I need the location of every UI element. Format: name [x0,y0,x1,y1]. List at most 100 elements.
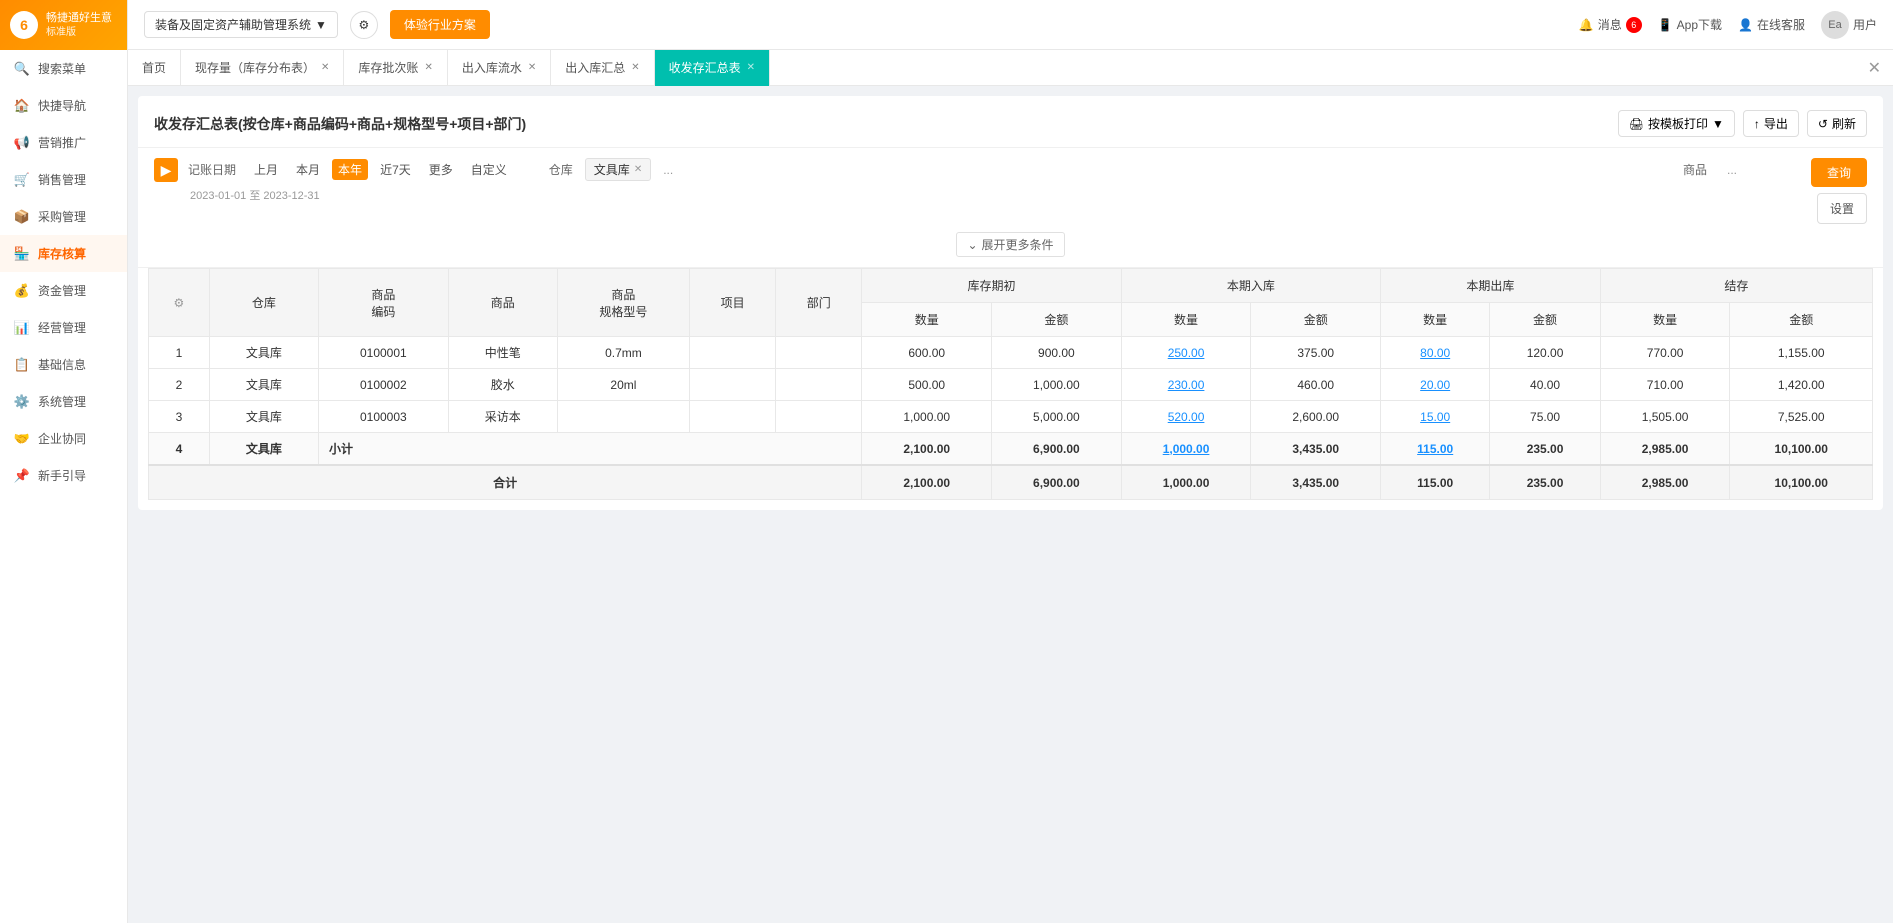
tab-close-inout-flow[interactable]: ✕ [528,62,536,73]
row2-out-qty[interactable]: 20.00 [1381,369,1490,401]
row2-name: 胶水 [448,369,557,401]
total-in-qty: 1,000.00 [1121,465,1251,500]
date-btn-last-month[interactable]: 上月 [248,159,284,180]
row3-warehouse: 文具库 [209,401,318,433]
print-button[interactable]: 🖨 按模板打印 ▼ [1618,110,1735,137]
row3-out-qty[interactable]: 15.00 [1381,401,1490,433]
cart-icon: 🛒 [14,172,30,188]
message-button[interactable]: 🔔 消息 6 [1579,16,1642,33]
total-balance-amt: 10,100.00 [1730,465,1873,500]
row2-balance-amt: 1,420.00 [1730,369,1873,401]
sidebar-item-guide[interactable]: 📌 新手引导 [0,457,127,494]
sidebar-item-quicknav[interactable]: 🏠 快捷导航 [0,87,127,124]
tab-inout-flow[interactable]: 出入库流水 ✕ [448,50,551,86]
user-menu-button[interactable]: Ea 用户 [1821,11,1877,39]
row3-balance-amt: 7,525.00 [1730,401,1873,433]
clipboard-icon: 📋 [14,357,30,373]
online-service-button[interactable]: 👤 在线客服 [1738,16,1805,33]
tab-inout-summary[interactable]: 出入库汇总 ✕ [551,50,654,86]
date-btn-7days[interactable]: 近7天 [374,159,417,180]
sidebar-logo: 6 [10,11,38,39]
message-badge: 6 [1626,17,1642,33]
date-btn-this-month[interactable]: 本月 [290,159,326,180]
search-icon: 🔍 [14,61,30,77]
sidebar-item-search[interactable]: 🔍 搜索菜单 [0,50,127,87]
subtotal-balance-qty: 2,985.00 [1600,433,1730,466]
out-amt-header: 金额 [1490,303,1600,337]
refresh-icon: ↺ [1818,117,1828,131]
export-button[interactable]: ↑ 导出 [1743,110,1799,137]
row1-balance-amt: 1,155.00 [1730,337,1873,369]
row2-warehouse: 文具库 [209,369,318,401]
warehouse-tag-close[interactable]: ✕ [634,164,642,175]
subtotal-in-qty[interactable]: 1,000.00 [1121,433,1251,466]
filter-settings-button[interactable]: 设置 [1817,193,1867,224]
sidebar-item-sales[interactable]: 🛒 销售管理 [0,161,127,198]
filter-collapse-button[interactable]: ▶ [154,158,178,182]
row1-no: 1 [149,337,210,369]
opening-qty-header: 数量 [862,303,992,337]
table-row: 3 文具库 0100003 采访本 1,000.00 5,000.00 520.… [149,401,1873,433]
row3-in-amt: 2,600.00 [1251,401,1381,433]
date-btn-custom[interactable]: 自定义 [465,159,513,180]
experience-button[interactable]: 体验行业方案 [390,10,490,39]
tab-stock-dist[interactable]: 现存量（库存分布表） ✕ [181,50,344,86]
topbar-left: 装备及固定资产辅助管理系统 ▼ ⚙ 体验行业方案 [144,10,490,39]
balance-header: 结存 [1600,269,1872,303]
system-select[interactable]: 装备及固定资产辅助管理系统 ▼ [144,11,338,38]
money-icon: 💰 [14,283,30,299]
warehouse-more[interactable]: ... [663,163,673,177]
sidebar-item-purchase[interactable]: 📦 采购管理 [0,198,127,235]
row2-in-qty[interactable]: 230.00 [1121,369,1251,401]
sidebar-item-enterprise[interactable]: 🤝 企业协同 [0,420,127,457]
app-download-button[interactable]: 📱 App下载 [1658,16,1722,33]
row2-code: 0100002 [319,369,449,401]
tabbar-close-all[interactable]: ✕ [1856,58,1893,78]
table-settings-header[interactable]: ⚙ [149,269,210,337]
topbar-right: 🔔 消息 6 📱 App下载 👤 在线客服 Ea 用户 [1579,11,1877,39]
row2-out-amt: 40.00 [1490,369,1600,401]
opening-amt-header: 金额 [992,303,1122,337]
subtotal-warehouse: 文具库 [209,433,318,466]
goods-filter-label: 商品 [1683,161,1707,178]
tab-close-batch[interactable]: ✕ [424,62,432,73]
warehouse-icon: 🏪 [14,246,30,262]
sidebar-item-operations[interactable]: 📊 经营管理 [0,309,127,346]
table-row: 2 文具库 0100002 胶水 20ml 500.00 1,000.00 23… [149,369,1873,401]
refresh-button[interactable]: ↺ 刷新 [1807,110,1867,137]
sidebar-item-system[interactable]: ⚙️ 系统管理 [0,383,127,420]
gear-icon: ⚙️ [14,394,30,410]
filter-row-1: 记账日期 上月 本月 本年 近7天 更多 自定义 仓库 文具库 ✕ [188,158,1737,181]
goods-more[interactable]: ... [1727,163,1737,177]
tab-batch[interactable]: 库存批次账 ✕ [344,50,447,86]
subtotal-out-qty[interactable]: 115.00 [1381,433,1490,466]
row3-in-qty[interactable]: 520.00 [1121,401,1251,433]
date-btn-this-year[interactable]: 本年 [332,159,368,180]
subtotal-row: 4 文具库 小计 2,100.00 6,900.00 1,000.00 3,43… [149,433,1873,466]
sidebar-item-basic[interactable]: 📋 基础信息 [0,346,127,383]
row3-spec [557,401,689,433]
tab-recv-send[interactable]: 收发存汇总表 ✕ [655,50,770,86]
tab-home[interactable]: 首页 [128,50,181,86]
sidebar-item-marketing[interactable]: 📢 营销推广 [0,124,127,161]
page-header: 收发存汇总表(按仓库+商品编码+商品+规格型号+项目+部门) 🖨 按模板打印 ▼… [138,96,1883,148]
tab-close-recv-send[interactable]: ✕ [747,62,755,73]
balance-qty-header: 数量 [1600,303,1730,337]
tabbar: 首页 现存量（库存分布表） ✕ 库存批次账 ✕ 出入库流水 ✕ 出入库汇总 ✕ … [128,50,1893,86]
sidebar-item-finance[interactable]: 💰 资金管理 [0,272,127,309]
tab-close-stock-dist[interactable]: ✕ [321,62,329,73]
row1-in-qty[interactable]: 250.00 [1121,337,1251,369]
handshake-icon: 🤝 [14,431,30,447]
total-in-amt: 3,435.00 [1251,465,1381,500]
query-button[interactable]: 查询 [1811,158,1867,187]
in-amt-header: 金额 [1251,303,1381,337]
sidebar-item-inventory[interactable]: 🏪 库存核算 [0,235,127,272]
table-header-row: ⚙ 仓库 商品编码 商品 商品规格型号 项目 部门 库存期初 本期入库 本期出库… [149,269,1873,303]
content-card: 收发存汇总表(按仓库+商品编码+商品+规格型号+项目+部门) 🖨 按模板打印 ▼… [138,96,1883,510]
date-btn-more[interactable]: 更多 [423,159,459,180]
box-icon: 📦 [14,209,30,225]
row1-out-qty[interactable]: 80.00 [1381,337,1490,369]
settings-button[interactable]: ⚙ [350,11,378,39]
expand-conditions-button[interactable]: ⌄ 展开更多条件 [956,232,1064,257]
tab-close-inout-summary[interactable]: ✕ [631,62,639,73]
